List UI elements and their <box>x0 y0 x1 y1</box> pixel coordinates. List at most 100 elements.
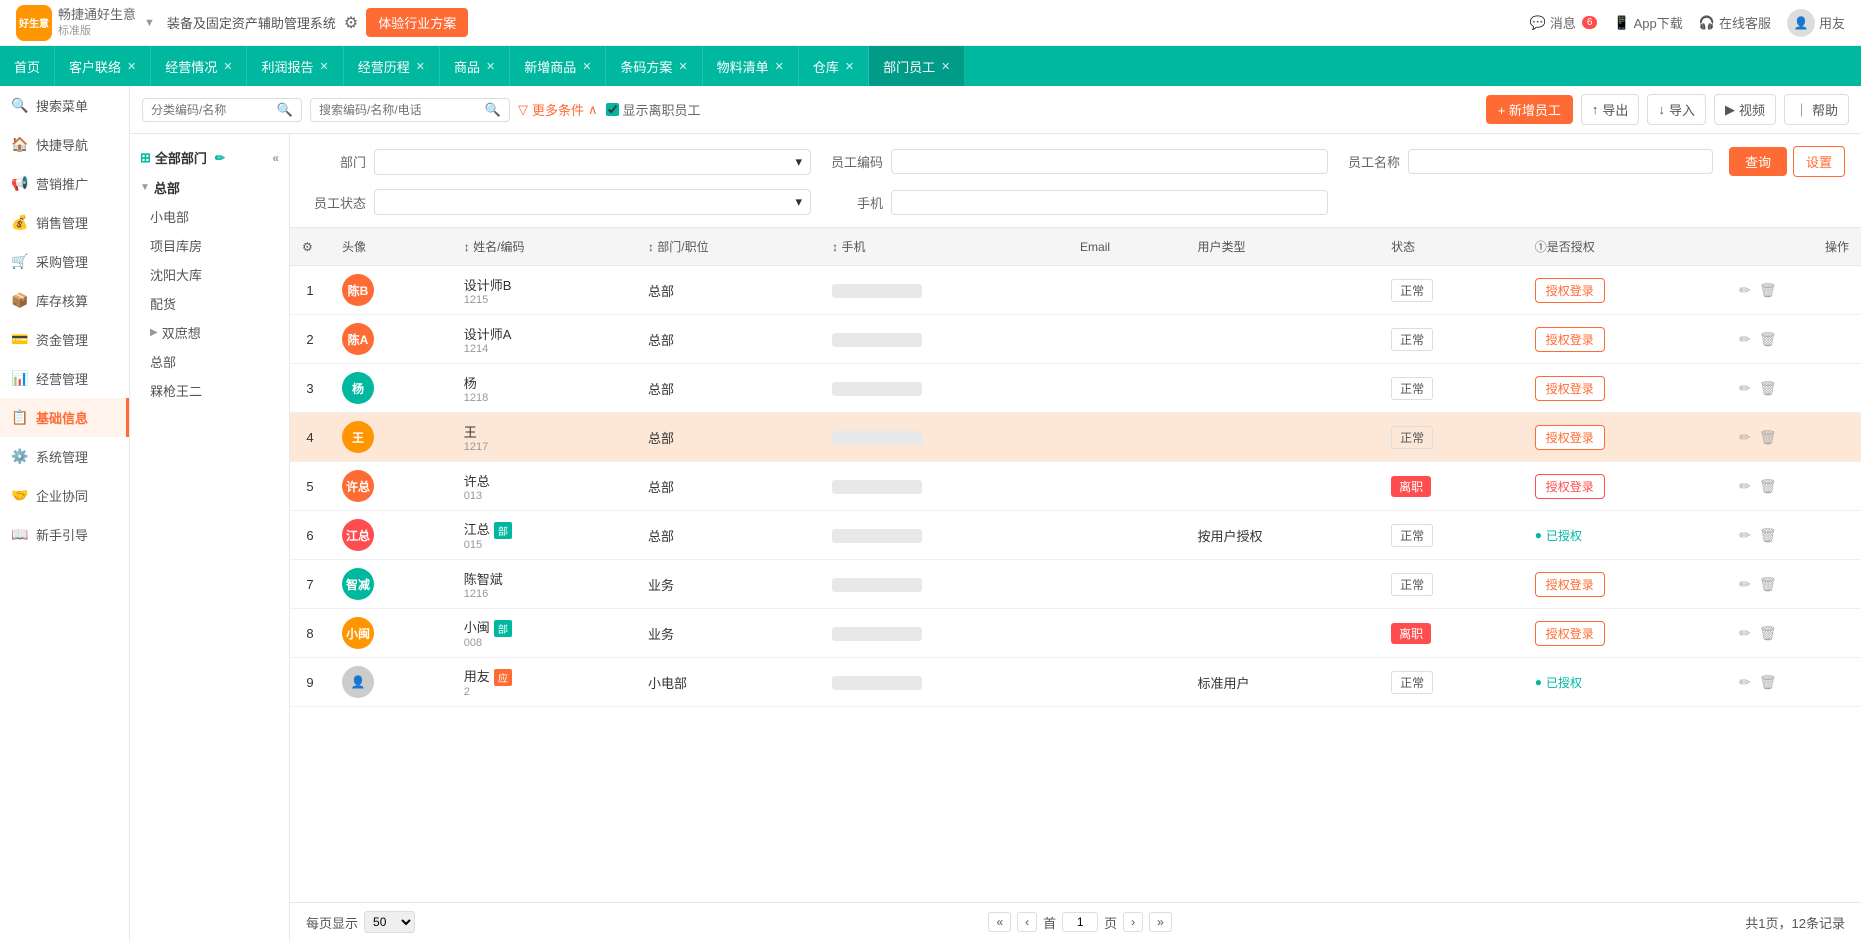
auth-btn[interactable]: 授权登录 <box>1535 278 1605 303</box>
more-filters-btn[interactable]: ▽ 更多条件 ∧ <box>518 100 598 119</box>
dept-tree-shuangshixiang[interactable]: ▶ 双庶想 <box>130 318 289 347</box>
tab-warehouse[interactable]: 仓库✕ <box>799 46 869 86</box>
dept-tree-pumiuwanger[interactable]: 槑枪王二 <box>130 376 289 405</box>
help-button[interactable]: ｜ 帮助 <box>1784 94 1849 125</box>
add-employee-button[interactable]: + 新增员工 <box>1486 95 1573 124</box>
sidebar-item-marketing[interactable]: 📢 营销推广 <box>0 164 129 203</box>
last-page-btn[interactable]: » <box>1149 912 1172 932</box>
sidebar-item-collab[interactable]: 🤝 企业协同 <box>0 476 129 515</box>
auth-btn[interactable]: 授权登录 <box>1535 425 1605 450</box>
dept-tree-xiangmuku[interactable]: 项目库房 <box>130 231 289 260</box>
filter-empname-input[interactable] <box>1408 149 1713 174</box>
sidebar-item-finance[interactable]: 💳 资金管理 <box>0 320 129 359</box>
tab-department[interactable]: 部门员工✕ <box>869 46 965 86</box>
auth-btn[interactable]: 授权登录 <box>1535 327 1605 352</box>
online-service-btn[interactable]: 🎧 在线客服 <box>1699 13 1771 32</box>
col-dept[interactable]: ↕ 部门/职位 <box>636 228 820 266</box>
edit-icon[interactable]: ✏ <box>1739 282 1751 299</box>
tab-bom[interactable]: 物料清单✕ <box>703 46 799 86</box>
sidebar-item-sales[interactable]: 💰 销售管理 <box>0 203 129 242</box>
dept-tree-peihuo[interactable]: 配货 <box>130 289 289 318</box>
trial-button[interactable]: 体验行业方案 <box>366 8 468 37</box>
tab-barcode[interactable]: 条码方案✕ <box>606 46 702 86</box>
prev-page-btn[interactable]: ‹ <box>1017 912 1037 932</box>
sidebar-item-system[interactable]: ⚙️ 系统管理 <box>0 437 129 476</box>
message-btn[interactable]: 💬 消息 6 <box>1530 13 1598 32</box>
row-auth[interactable]: 授权登录 <box>1523 364 1727 413</box>
tab-operations[interactable]: 经营情况✕ <box>151 46 247 86</box>
sidebar-item-inventory[interactable]: 📦 库存核算 <box>0 281 129 320</box>
phone-search-input[interactable] <box>319 103 481 117</box>
dept-tree-xiaodian[interactable]: 小电部 <box>130 202 289 231</box>
auth-btn[interactable]: 授权登录 <box>1535 572 1605 597</box>
edit-icon[interactable]: ✏ <box>1739 331 1751 348</box>
delete-icon[interactable]: 🗑 <box>1759 380 1777 397</box>
next-page-btn[interactable]: › <box>1123 912 1143 932</box>
row-auth[interactable]: 授权登录 <box>1523 609 1727 658</box>
delete-icon[interactable]: 🗑 <box>1759 478 1777 495</box>
edit-icon[interactable]: ✏ <box>1739 576 1751 593</box>
filter-phone-input[interactable] <box>891 190 1328 215</box>
dept-tree-zongbu2[interactable]: 总部 <box>130 347 289 376</box>
row-auth[interactable]: 已授权 <box>1523 511 1727 560</box>
dept-tree-shenyang[interactable]: 沈阳大库 <box>130 260 289 289</box>
view-button[interactable]: ▶ 视频 <box>1714 94 1776 125</box>
dept-search-input[interactable] <box>151 103 273 117</box>
delete-icon[interactable]: 🗑 <box>1759 625 1777 642</box>
export-button[interactable]: ↑ 导出 <box>1581 94 1640 125</box>
import-button[interactable]: ↓ 导入 <box>1647 94 1706 125</box>
delete-icon[interactable]: 🗑 <box>1759 674 1777 691</box>
sidebar-item-purchase[interactable]: 🛒 采购管理 <box>0 242 129 281</box>
system-dropdown-arrow[interactable]: ▼ <box>144 17 155 29</box>
row-auth[interactable]: 授权登录 <box>1523 560 1727 609</box>
tab-add-goods[interactable]: 新增商品✕ <box>510 46 606 86</box>
auth-btn[interactable]: 授权登录 <box>1535 474 1605 499</box>
row-auth[interactable]: 授权登录 <box>1523 413 1727 462</box>
sidebar-item-ops[interactable]: 📊 经营管理 <box>0 359 129 398</box>
dept-edit-icon[interactable]: ✏ <box>215 151 225 165</box>
tab-history[interactable]: 经营历程✕ <box>344 46 440 86</box>
dept-search-box[interactable]: 🔍 <box>142 98 302 122</box>
settings-button[interactable]: 设置 <box>1793 146 1845 177</box>
resigned-checkbox[interactable] <box>606 103 619 116</box>
edit-icon[interactable]: ✏ <box>1739 527 1751 544</box>
filter-dept-select[interactable]: ▾ <box>374 149 811 175</box>
row-auth[interactable]: 授权登录 <box>1523 315 1727 364</box>
sidebar-item-search[interactable]: 🔍 搜索菜单 <box>0 86 129 125</box>
first-page-btn[interactable]: « <box>988 912 1011 932</box>
edit-icon[interactable]: ✏ <box>1739 674 1751 691</box>
delete-icon[interactable]: 🗑 <box>1759 429 1777 446</box>
row-auth[interactable]: 授权登录 <box>1523 462 1727 511</box>
row-auth[interactable]: 已授权 <box>1523 658 1727 707</box>
delete-icon[interactable]: 🗑 <box>1759 576 1777 593</box>
tab-home[interactable]: 首页 <box>0 46 55 86</box>
tab-profit[interactable]: 利润报告✕ <box>247 46 343 86</box>
auth-btn[interactable]: 授权登录 <box>1535 621 1605 646</box>
delete-icon[interactable]: 🗑 <box>1759 331 1777 348</box>
sidebar-item-guide[interactable]: 📖 新手引导 <box>0 515 129 554</box>
filter-empcode-input[interactable] <box>891 149 1328 174</box>
tab-customer[interactable]: 客户联络✕ <box>55 46 151 86</box>
delete-icon[interactable]: 🗑 <box>1759 527 1777 544</box>
col-name[interactable]: ↕ 姓名/编码 <box>452 228 636 266</box>
delete-icon[interactable]: 🗑 <box>1759 282 1777 299</box>
app-download-btn[interactable]: 📱 App下载 <box>1613 13 1682 32</box>
col-phone[interactable]: ↕ 手机 <box>820 228 1068 266</box>
dept-tree-zongbu[interactable]: ▼ 总部 <box>130 173 289 202</box>
auth-btn[interactable]: 授权登录 <box>1535 376 1605 401</box>
edit-icon[interactable]: ✏ <box>1739 429 1751 446</box>
user-avatar[interactable]: 👤 用友 <box>1787 9 1845 37</box>
query-button[interactable]: 查询 <box>1729 147 1787 176</box>
phone-search-box[interactable]: 🔍 <box>310 98 510 122</box>
edit-icon[interactable]: ✏ <box>1739 380 1751 397</box>
row-auth[interactable]: 授权登录 <box>1523 266 1727 315</box>
col-settings[interactable]: ⚙ <box>290 228 330 266</box>
tab-goods[interactable]: 商品✕ <box>440 46 510 86</box>
sidebar-item-quick-nav[interactable]: 🏠 快捷导航 <box>0 125 129 164</box>
page-input[interactable] <box>1062 912 1098 932</box>
show-resigned-checkbox[interactable]: 显示离职员工 <box>606 100 701 119</box>
dept-collapse-icon[interactable]: « <box>272 151 279 165</box>
edit-icon[interactable]: ✏ <box>1739 478 1751 495</box>
gear-icon[interactable]: ⚙ <box>344 13 358 33</box>
per-page-select[interactable]: 50 20 100 <box>364 911 415 933</box>
